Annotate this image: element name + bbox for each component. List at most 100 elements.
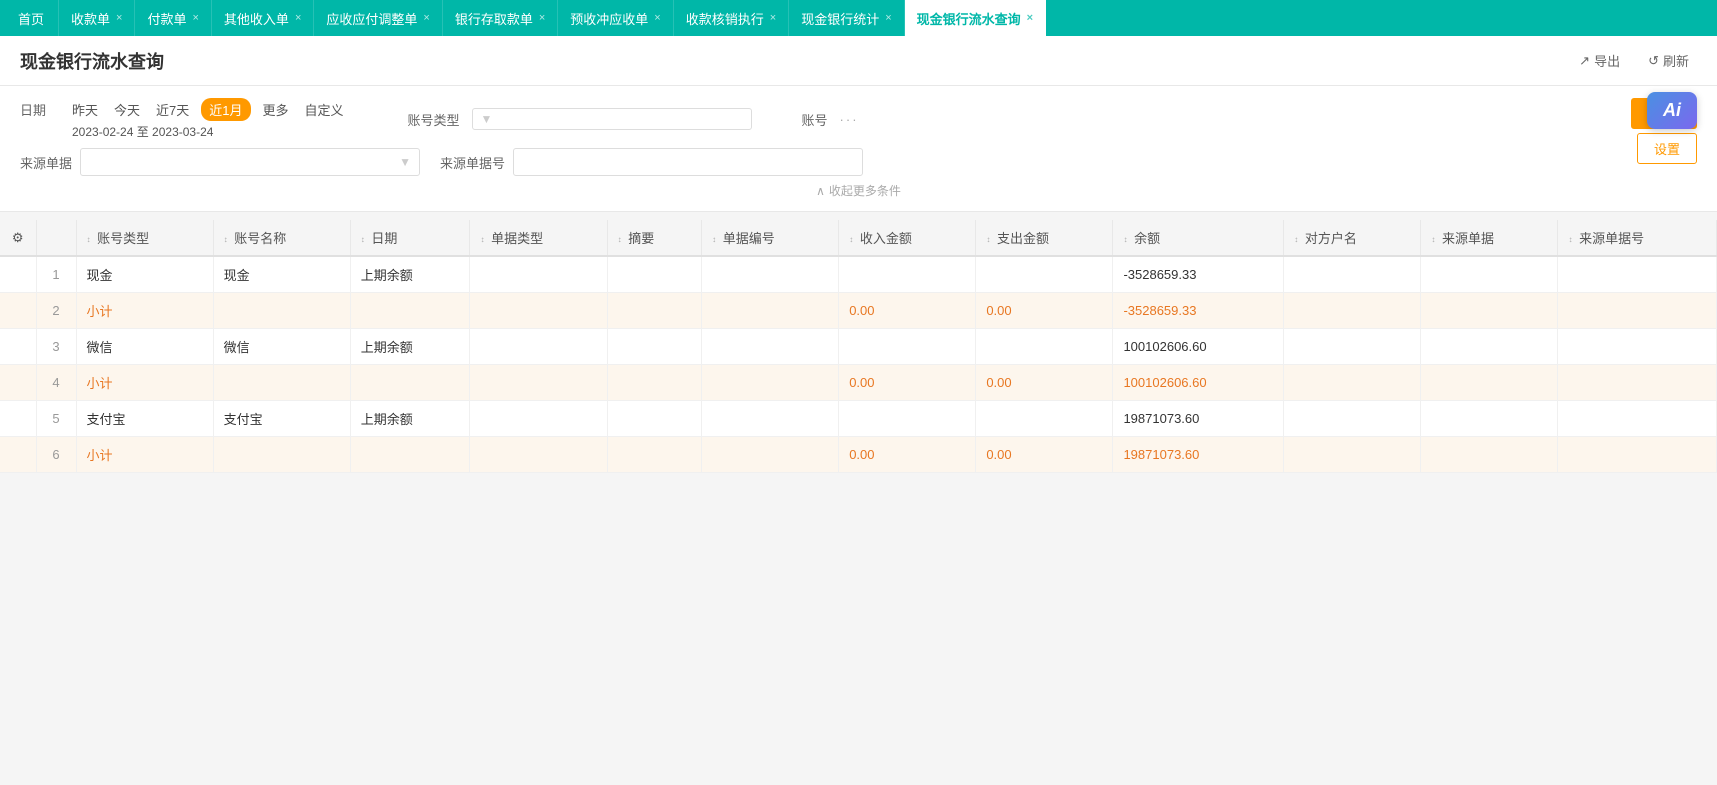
top-navigation: 首页 收款单 × 付款单 × 其他收入单 × 应收应付调整单 × 银行存取款单 … (0, 0, 1717, 36)
col-doc-no[interactable]: ↕ 单据编号 (702, 220, 839, 256)
source-doc-no-input[interactable] (513, 148, 863, 176)
col-date[interactable]: ↕ 日期 (350, 220, 470, 256)
collapse-icon: ∧ (816, 184, 825, 198)
cell-source-doc (1421, 401, 1558, 437)
table-row[interactable]: 4 小计 0.00 0.00 100102606.60 (0, 365, 1717, 401)
cell-income (839, 401, 976, 437)
account-no-label: 账号 (802, 110, 832, 129)
col-expense[interactable]: ↕ 支出金额 (976, 220, 1113, 256)
cell-doc-no (702, 256, 839, 293)
nav-home[interactable]: 首页 (4, 0, 59, 36)
cell-doc-no (702, 365, 839, 401)
table-row[interactable]: 1 现金 现金 上期余额 -3528659.33 (0, 256, 1717, 293)
col-doc-type[interactable]: ↕ 单据类型 (470, 220, 607, 256)
col-settings[interactable]: ⚙ (0, 220, 36, 256)
cell-date (350, 365, 470, 401)
cell-account-type: 小计 (76, 365, 213, 401)
date-custom[interactable]: 自定义 (301, 98, 348, 121)
sort-icon: ↕ (986, 236, 990, 244)
close-icon[interactable]: × (116, 12, 122, 24)
refresh-button[interactable]: ↺ 刷新 (1640, 47, 1697, 74)
cell-doc-type (470, 401, 607, 437)
nav-tab-fukuandan[interactable]: 付款单 × (135, 0, 211, 36)
cell-summary (607, 256, 702, 293)
filter-row-2: 来源单据 ▼ 来源单据号 (20, 148, 1611, 176)
table-row[interactable]: 3 微信 微信 上期余额 100102606.60 (0, 329, 1717, 365)
collapse-bar: ∧ 收起更多条件 (20, 176, 1697, 201)
col-account-type[interactable]: ↕ 账号类型 (76, 220, 213, 256)
table-row[interactable]: 6 小计 0.00 0.00 19871073.60 (0, 437, 1717, 473)
cell-summary (607, 329, 702, 365)
cell-income: 0.00 (839, 365, 976, 401)
cell-account-name (213, 293, 350, 329)
page-title: 现金银行流水查询 (20, 48, 164, 74)
cell-account-name: 现金 (213, 256, 350, 293)
cell-source-doc-no (1558, 256, 1717, 293)
row-settings (0, 365, 36, 401)
row-num: 6 (36, 437, 76, 473)
close-icon[interactable]: × (1027, 12, 1033, 24)
source-doc-select[interactable]: ▼ (80, 148, 420, 176)
cell-doc-type (470, 293, 607, 329)
source-doc-section: 来源单据 ▼ (20, 148, 420, 176)
cell-counterparty (1284, 293, 1421, 329)
nav-tab-yingshouyingfu[interactable]: 应收应付调整单 × (314, 0, 442, 36)
collapse-button[interactable]: ∧ 收起更多条件 (816, 182, 901, 199)
close-icon[interactable]: × (423, 12, 429, 24)
cell-doc-no (702, 293, 839, 329)
col-income[interactable]: ↕ 收入金额 (839, 220, 976, 256)
date-more[interactable]: 更多 (259, 98, 293, 121)
nav-tab-yinhang[interactable]: 银行存取款单 × (443, 0, 558, 36)
nav-tab-shoukuanhexiao[interactable]: 收款核销执行 × (674, 0, 789, 36)
settings-button[interactable]: 设置 (1637, 133, 1697, 164)
nav-tab-shoukuandan[interactable]: 收款单 × (59, 0, 135, 36)
cell-source-doc-no (1558, 437, 1717, 473)
table-row[interactable]: 2 小计 0.00 0.00 -3528659.33 (0, 293, 1717, 329)
account-type-section: 账号类型 ▼ (408, 108, 752, 130)
close-icon[interactable]: × (295, 12, 301, 24)
col-source-doc-no[interactable]: ↕ 来源单据号 (1558, 220, 1717, 256)
export-button[interactable]: ↗ 导出 (1571, 47, 1628, 74)
col-summary[interactable]: ↕ 摘要 (607, 220, 702, 256)
account-no-dots[interactable]: ··· (840, 112, 859, 127)
close-icon[interactable]: × (885, 12, 891, 24)
date-near7[interactable]: 近7天 (152, 98, 193, 121)
cell-balance: 100102606.60 (1113, 365, 1284, 401)
row-settings (0, 293, 36, 329)
ai-badge[interactable]: Ai (1647, 92, 1697, 129)
cell-counterparty (1284, 401, 1421, 437)
close-icon[interactable]: × (770, 12, 776, 24)
nav-tab-liushui[interactable]: 现金银行流水查询 × (905, 0, 1046, 36)
col-account-name[interactable]: ↕ 账号名称 (213, 220, 350, 256)
col-num (36, 220, 76, 256)
cell-date: 上期余额 (350, 256, 470, 293)
close-icon[interactable]: × (539, 12, 545, 24)
sort-icon: ↕ (712, 236, 716, 244)
data-table: ⚙ ↕ 账号类型 ↕ 账号名称 ↕ 日期 ↕ 单据类型 (0, 220, 1717, 473)
sort-icon: ↕ (618, 236, 622, 244)
close-icon[interactable]: × (192, 12, 198, 24)
refresh-icon: ↺ (1648, 53, 1659, 69)
nav-tab-yushou[interactable]: 预收冲应收单 × (558, 0, 673, 36)
sort-icon: ↕ (1294, 236, 1298, 244)
table-row[interactable]: 5 支付宝 支付宝 上期余额 19871073.60 (0, 401, 1717, 437)
close-icon[interactable]: × (654, 12, 660, 24)
date-near1m[interactable]: 近1月 (201, 98, 250, 121)
col-balance[interactable]: ↕ 余额 (1113, 220, 1284, 256)
col-source-doc[interactable]: ↕ 来源单据 (1421, 220, 1558, 256)
cell-summary (607, 293, 702, 329)
cell-date: 上期余额 (350, 401, 470, 437)
nav-tab-tongji[interactable]: 现金银行统计 × (789, 0, 904, 36)
cell-expense: 0.00 (976, 437, 1113, 473)
settings-icon[interactable]: ⚙ (12, 230, 24, 245)
col-counterparty[interactable]: ↕ 对方户名 (1284, 220, 1421, 256)
date-today[interactable]: 今天 (110, 98, 144, 121)
account-type-select[interactable]: ▼ (472, 108, 752, 130)
sort-icon: ↕ (1123, 236, 1127, 244)
date-yesterday[interactable]: 昨天 (68, 98, 102, 121)
cell-summary (607, 437, 702, 473)
cell-source-doc (1421, 329, 1558, 365)
cell-account-type: 现金 (76, 256, 213, 293)
cell-account-name: 微信 (213, 329, 350, 365)
nav-tab-qitashouruan[interactable]: 其他收入单 × (212, 0, 314, 36)
